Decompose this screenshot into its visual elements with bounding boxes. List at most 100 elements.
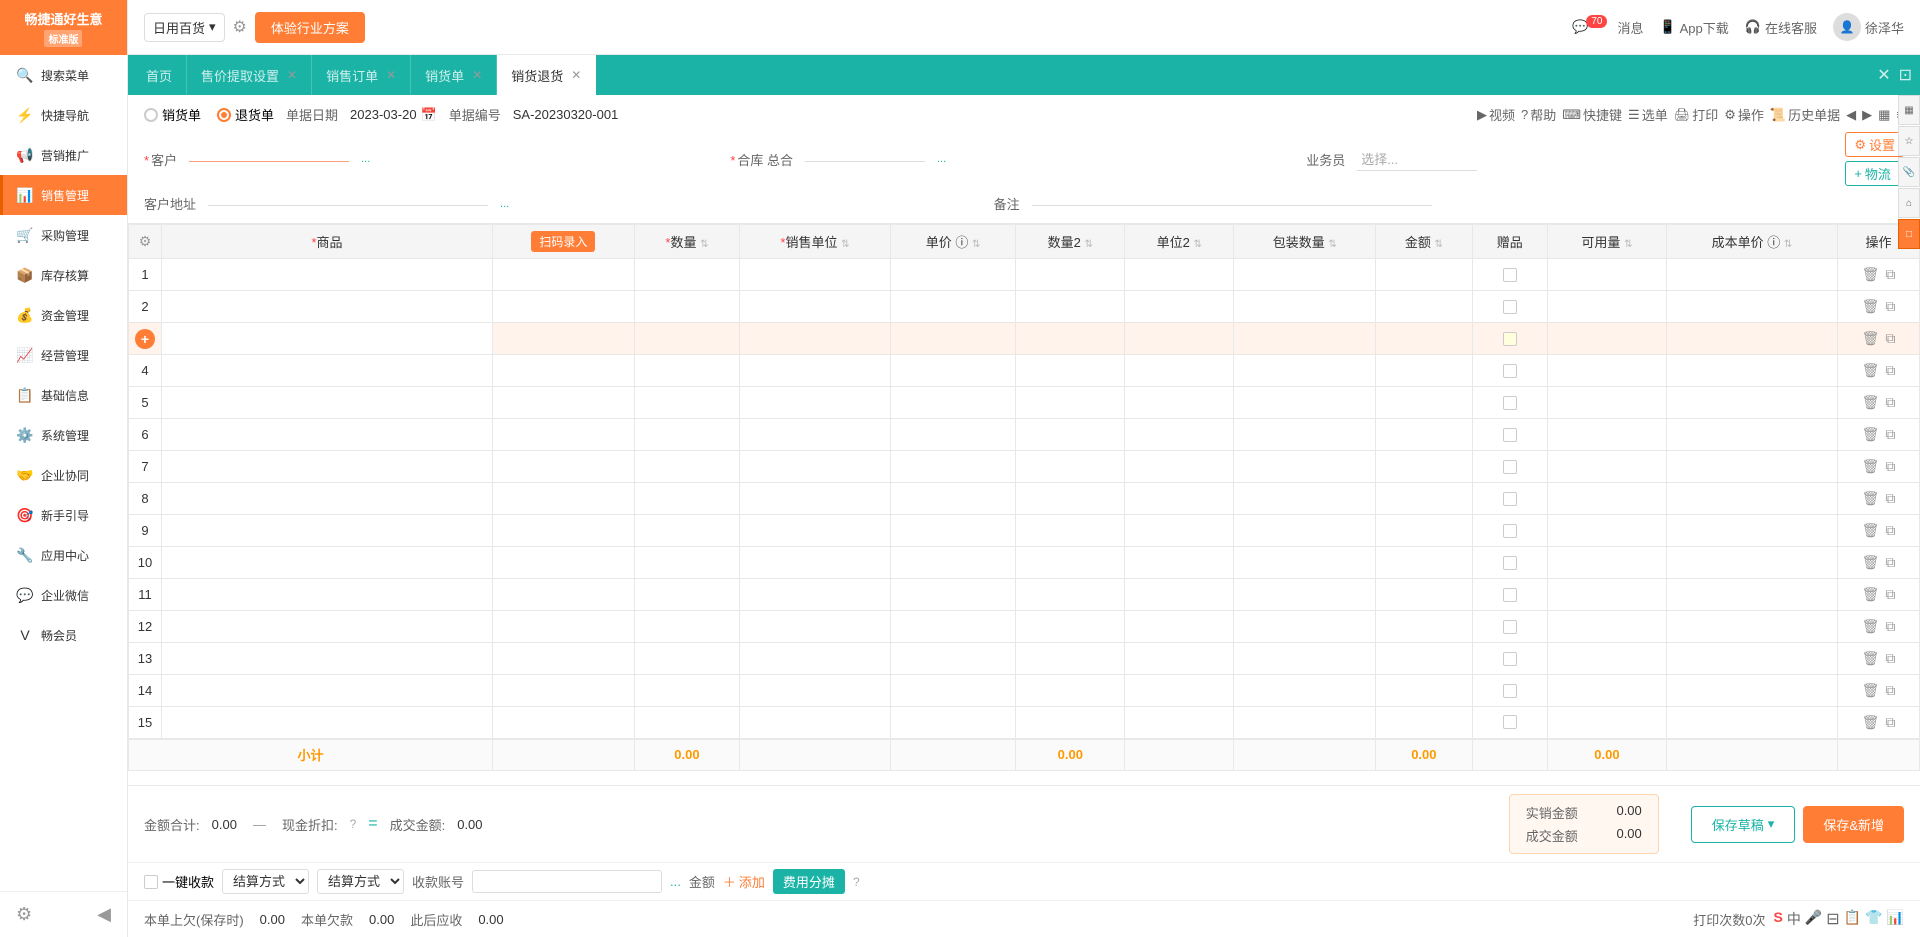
cash-discount-help-icon[interactable]: ? [350, 817, 357, 831]
sidebar-item-vip[interactable]: V 畅会员 [0, 615, 127, 655]
scan-btn[interactable]: 扫码录入 [531, 231, 595, 252]
tab-close-all-btn[interactable]: ✕ [1877, 65, 1890, 85]
customer-more-btn[interactable]: ... [361, 153, 370, 165]
sidebar-item-system[interactable]: ⚙️ 系统管理 [0, 415, 127, 455]
sj-btn-4[interactable]: 📋 [1844, 909, 1861, 929]
settings-btn[interactable]: ⚙ 设置 [1845, 132, 1904, 157]
copy-row-1-btn[interactable]: ⧉ [1885, 266, 1895, 283]
product-input-row3[interactable] [168, 331, 486, 346]
gift-checkbox-8[interactable] [1503, 492, 1517, 506]
history-btn[interactable]: 📜 历史单据 [1770, 105, 1840, 124]
customer-input[interactable] [189, 157, 349, 162]
copy-row-15-btn[interactable]: ⧉ [1885, 714, 1895, 731]
gift-checkbox-7[interactable] [1503, 460, 1517, 474]
sidebar-item-purchase[interactable]: 🛒 采购管理 [0, 215, 127, 255]
address-more-btn[interactable]: ... [500, 198, 509, 210]
sidebar-collapse-btn[interactable]: ◀ [89, 900, 119, 929]
copy-row-12-btn[interactable]: ⧉ [1885, 618, 1895, 635]
save-new-btn[interactable]: 保存&新增 [1803, 806, 1904, 843]
copy-row-8-btn[interactable]: ⧉ [1885, 490, 1895, 507]
tab-home[interactable]: 首页 [132, 55, 187, 95]
delete-row-13-btn[interactable]: 🗑 [1862, 650, 1880, 667]
copy-row-4-btn[interactable]: ⧉ [1885, 362, 1895, 379]
tab-close-sales-return[interactable]: ✕ [571, 68, 581, 82]
gift-checkbox-5[interactable] [1503, 396, 1517, 410]
salesperson-input[interactable]: 选择... [1357, 147, 1477, 171]
delete-row-9-btn[interactable]: 🗑 [1862, 522, 1880, 539]
select-btn[interactable]: ☰ 选单 [1628, 105, 1668, 124]
right-panel-btn-3[interactable]: 📎 [1898, 157, 1920, 187]
equals-icon[interactable]: = [368, 815, 377, 833]
sidebar-item-sales[interactable]: 📊 销售管理 [0, 175, 127, 215]
tab-price-setting[interactable]: 售价提取设置 ✕ [187, 55, 312, 95]
account-num-input[interactable] [472, 870, 662, 893]
sj-btn-6[interactable]: 📊 [1887, 909, 1904, 929]
sidebar-item-finance[interactable]: 💰 资金管理 [0, 295, 127, 335]
copy-row-6-btn[interactable]: ⧉ [1885, 426, 1895, 443]
copy-row-7-btn[interactable]: ⧉ [1885, 458, 1895, 475]
copy-row-10-btn[interactable]: ⧉ [1885, 554, 1895, 571]
delete-row-3-btn[interactable]: 🗑 [1862, 330, 1880, 347]
gift-checkbox-10[interactable] [1503, 556, 1517, 570]
tab-sales-return[interactable]: 销货退货 ✕ [497, 55, 596, 95]
gift-checkbox-14[interactable] [1503, 684, 1517, 698]
gift-checkbox-2[interactable] [1503, 300, 1517, 314]
tab-close-sales-order[interactable]: ✕ [386, 68, 396, 82]
delete-row-5-btn[interactable]: 🗑 [1862, 394, 1880, 411]
gift-checkbox-15[interactable] [1503, 715, 1517, 729]
try-industry-btn[interactable]: 体验行业方案 [255, 12, 365, 43]
tab-restore-btn[interactable]: ⊡ [1899, 65, 1912, 85]
account-more-btn[interactable]: ... [670, 874, 681, 889]
save-draft-btn[interactable]: 保存草稿 ▾ [1691, 806, 1796, 843]
delete-row-4-btn[interactable]: 🗑 [1862, 362, 1880, 379]
gift-checkbox-4[interactable] [1503, 364, 1517, 378]
copy-row-11-btn[interactable]: ⧉ [1885, 586, 1895, 603]
copy-row-3-btn[interactable]: ⧉ [1885, 330, 1895, 347]
sidebar-item-guide[interactable]: 🎯 新手引导 [0, 495, 127, 535]
tab-close-price[interactable]: ✕ [287, 68, 297, 82]
gift-checkbox-1[interactable] [1503, 268, 1517, 282]
gift-checkbox-6[interactable] [1503, 428, 1517, 442]
industry-select[interactable]: 日用百货 ▾ [144, 13, 225, 42]
settle-method-select[interactable]: 结算方式 [222, 869, 309, 894]
message-btn[interactable]: 💬 70 消息 [1572, 18, 1643, 37]
delete-row-14-btn[interactable]: 🗑 [1862, 682, 1880, 699]
right-panel-btn-1[interactable]: ▦ [1898, 95, 1920, 125]
sidebar-settings-btn[interactable]: ⚙ [8, 900, 40, 929]
copy-row-14-btn[interactable]: ⧉ [1885, 682, 1895, 699]
sidebar-item-basic-info[interactable]: 📋 基础信息 [0, 375, 127, 415]
delete-row-12-btn[interactable]: 🗑 [1862, 618, 1880, 635]
nav-next-btn[interactable]: ▶ [1862, 107, 1872, 123]
settings-gear-icon[interactable]: ⚙ [233, 17, 247, 37]
delete-row-8-btn[interactable]: 🗑 [1862, 490, 1880, 507]
sidebar-item-marketing[interactable]: 📢 营销推广 [0, 135, 127, 175]
delete-row-6-btn[interactable]: 🗑 [1862, 426, 1880, 443]
calc-method-select[interactable]: 结算方式 [317, 869, 404, 894]
warehouse-more-btn[interactable]: ... [937, 153, 946, 165]
remark-input[interactable] [1032, 201, 1432, 206]
delete-row-1-btn[interactable]: 🗑 [1862, 266, 1880, 283]
operate-btn[interactable]: ⚙ 操作 [1724, 105, 1764, 124]
one-key-collect-checkbox[interactable]: 一键收款 [144, 872, 214, 891]
delete-row-7-btn[interactable]: 🗑 [1862, 458, 1880, 475]
help-btn[interactable]: ? 帮助 [1521, 105, 1556, 124]
warehouse-input[interactable] [805, 157, 925, 162]
copy-row-9-btn[interactable]: ⧉ [1885, 522, 1895, 539]
wuliu-btn[interactable]: + 物流 [1845, 161, 1904, 186]
nav-prev-btn[interactable]: ◀ [1846, 107, 1856, 123]
right-panel-btn-5[interactable]: □ [1898, 219, 1920, 249]
delete-row-11-btn[interactable]: 🗑 [1862, 586, 1880, 603]
calendar-icon[interactable]: 📅 [421, 107, 437, 123]
view-toggle-grid[interactable]: ▦ [1878, 107, 1890, 123]
sj-btn-1[interactable]: 中 [1787, 909, 1801, 929]
one-key-checkbox-input[interactable] [144, 875, 158, 889]
radio-return-bill[interactable]: 退货单 [217, 105, 274, 124]
print-btn[interactable]: 🖨 打印 [1674, 105, 1719, 124]
user-profile-btn[interactable]: 👤 徐泽华 [1833, 13, 1904, 41]
gift-checkbox-3[interactable] [1503, 332, 1517, 346]
sidebar-item-search[interactable]: 🔍 搜索菜单 [0, 55, 127, 95]
video-btn[interactable]: ▶ 视频 [1477, 105, 1515, 124]
delete-row-10-btn[interactable]: 🗑 [1862, 554, 1880, 571]
copy-row-13-btn[interactable]: ⧉ [1885, 650, 1895, 667]
tab-close-sales-bill[interactable]: ✕ [472, 68, 482, 82]
